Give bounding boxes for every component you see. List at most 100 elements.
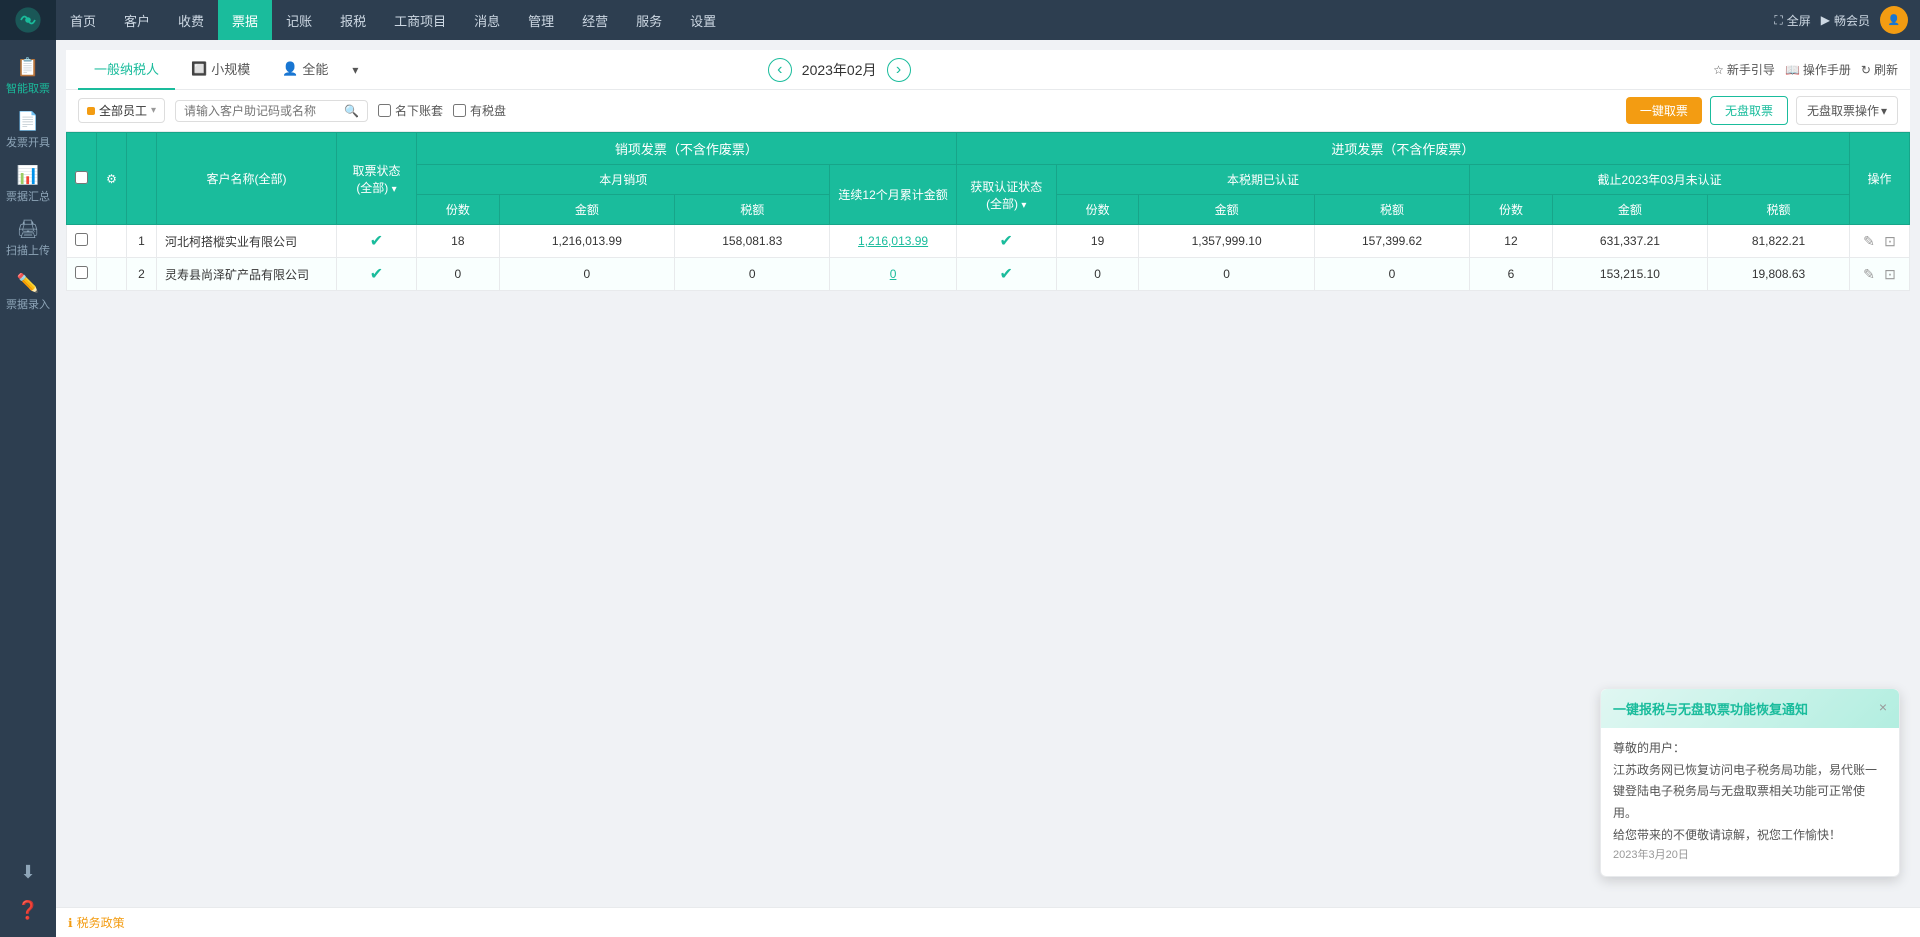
row-check[interactable] — [67, 258, 97, 291]
employee-dropdown-icon: ▾ — [151, 105, 156, 116]
row-period-tax: 0 — [1314, 258, 1469, 291]
edit-icon[interactable]: ✎ — [1863, 233, 1875, 249]
row-certified-icon: ✔ — [956, 225, 1056, 258]
date-next-btn[interactable]: › — [887, 58, 911, 82]
th-purchase-group: 进项发票（不含作废票） — [956, 133, 1849, 165]
no-disk-fetch-btn[interactable]: 无盘取票 — [1710, 96, 1788, 125]
notification-date: 2023年3月20日 — [1613, 846, 1887, 866]
row-certified-icon: ✔ — [956, 258, 1056, 291]
date-prev-btn[interactable]: ‹ — [768, 58, 792, 82]
tab-general-taxpayer[interactable]: 一般纳税人 — [78, 50, 175, 90]
nav-operation[interactable]: 经营 — [568, 0, 622, 40]
th-sales-group: 销项发票（不含作废票） — [417, 133, 957, 165]
fullscreen-btn[interactable]: ⛶ 全屏 — [1774, 12, 1810, 29]
main-table-wrap: ⚙ 客户名称(全部) 取票状态(全部) ▾ 销项发票（不含作废票） 进项发票（不… — [66, 132, 1910, 291]
refresh-btn[interactable]: ↻ 刷新 — [1861, 61, 1898, 78]
table-row: 1 河北柯搭樅实业有限公司 ✔ 18 1,216,013.99 158,081.… — [67, 225, 1910, 258]
one-click-fetch-btn[interactable]: 一键取票 — [1626, 97, 1702, 124]
edit-icon[interactable]: ✎ — [1863, 266, 1875, 282]
nav-business[interactable]: 工商项目 — [380, 0, 460, 40]
th-period-amount: 金额 — [1139, 195, 1314, 225]
th-fetch-filter-icon[interactable]: ▾ — [392, 184, 397, 195]
sidebar-item-entry[interactable]: ✏️ 票据录入 — [0, 266, 56, 320]
sub-account-checkbox-label[interactable]: 名下账套 — [378, 102, 443, 119]
tab-bar: 一般纳税人 🔲 小规模 👤 全能 ▾ ‹ 2023年02月 › ☆ — [66, 50, 1910, 90]
taxable-label: 有税盘 — [470, 102, 506, 119]
tab-all[interactable]: 👤 全能 — [266, 50, 344, 90]
nav-items: 首页 客户 收费 票据 记账 报税 工商项目 消息 管理 经营 服务 设置 — [56, 0, 1774, 40]
tab-bar-right-actions: ☆ 新手引导 📖 操作手册 ↻ 刷新 — [1713, 61, 1898, 78]
copy-icon[interactable]: ⊡ — [1884, 233, 1896, 249]
nav-tax[interactable]: 报税 — [326, 0, 380, 40]
issue-invoice-icon: 📄 — [17, 112, 39, 130]
nav-settings[interactable]: 设置 — [676, 0, 730, 40]
row-period-count: 0 — [1056, 258, 1139, 291]
sidebar-item-help[interactable]: ❓ — [17, 893, 39, 927]
employee-dot — [87, 107, 95, 115]
sidebar-item-download[interactable]: ⬇ — [17, 855, 39, 889]
row-consecutive-amount[interactable]: 1,216,013.99 — [830, 225, 956, 258]
sidebar-item-smart-fetch[interactable]: 📋 智能取票 — [0, 50, 56, 104]
search-icon[interactable]: 🔍 — [344, 104, 359, 118]
scan-icon: 🖨 — [17, 220, 40, 238]
sidebar-item-scan[interactable]: 🖨 扫描上传 — [0, 212, 56, 266]
th-customer: 客户名称(全部) — [157, 133, 337, 225]
refresh-label: 刷新 — [1874, 61, 1898, 78]
nav-accounting[interactable]: 记账 — [272, 0, 326, 40]
tab-more-btn[interactable]: ▾ — [344, 63, 366, 77]
row-uncert-tax: 81,822.21 — [1708, 225, 1850, 258]
notification-close-btn[interactable]: × — [1879, 699, 1887, 715]
sidebar-item-summary[interactable]: 📊 票据汇总 — [0, 158, 56, 212]
top-nav: 首页 客户 收费 票据 记账 报税 工商项目 消息 管理 经营 服务 设置 ⛶ … — [0, 0, 1920, 40]
row-month-amount: 1,216,013.99 — [499, 225, 674, 258]
settings-icon[interactable]: ⚙ — [106, 172, 117, 186]
vip-label: 畅会员 — [1834, 12, 1870, 29]
th-period-certified: 本税期已认证 — [1056, 165, 1469, 195]
notification-body1: 江苏政务网已恢复访问电子税务局功能，易代账一键登陆电子税务局与无盘取票相关功能可… — [1613, 760, 1887, 825]
tab-small-scale[interactable]: 🔲 小规模 — [175, 50, 266, 90]
manual-btn[interactable]: 📖 操作手册 — [1785, 61, 1851, 78]
copy-icon[interactable]: ⊡ — [1884, 266, 1896, 282]
nav-home[interactable]: 首页 — [56, 0, 110, 40]
nav-service[interactable]: 服务 — [622, 0, 676, 40]
search-input[interactable] — [184, 104, 344, 118]
row-month-tax: 158,081.83 — [675, 225, 830, 258]
tax-policy-label[interactable]: 税务政策 — [77, 914, 125, 931]
vip-btn[interactable]: ▶ 畅会员 — [1821, 12, 1870, 29]
row-checkbox[interactable] — [75, 233, 88, 246]
nav-management[interactable]: 管理 — [514, 0, 568, 40]
th-sales-count: 份数 — [417, 195, 500, 225]
top-nav-right: ⛶ 全屏 ▶ 畅会员 👤 — [1774, 6, 1920, 34]
taxable-checkbox-label[interactable]: 有税盘 — [453, 102, 506, 119]
nav-message[interactable]: 消息 — [460, 0, 514, 40]
download-icon: ⬇ — [20, 863, 35, 881]
tab-all-label: 全能 — [302, 59, 328, 78]
select-all-checkbox[interactable] — [75, 171, 88, 184]
row-check[interactable] — [67, 225, 97, 258]
tax-policy-icon: ℹ — [68, 916, 73, 930]
taxable-checkbox[interactable] — [453, 104, 466, 117]
content-area: 一般纳税人 🔲 小规模 👤 全能 ▾ ‹ 2023年02月 › ☆ — [66, 50, 1910, 291]
sidebar-bottom: ⬇ ❓ — [17, 855, 39, 937]
row-settings — [97, 225, 127, 258]
nav-invoice[interactable]: 票据 — [218, 0, 272, 40]
fetch-status-icon: ✔ — [370, 266, 383, 283]
row-consecutive-amount[interactable]: 0 — [830, 258, 956, 291]
filter-bar-right: 一键取票 无盘取票 无盘取票操作 ▾ — [1626, 96, 1898, 125]
new-guide-btn[interactable]: ☆ 新手引导 — [1713, 61, 1775, 78]
employee-select[interactable]: 全部员工 ▾ — [78, 98, 165, 123]
sub-account-label: 名下账套 — [395, 102, 443, 119]
app-logo[interactable] — [0, 0, 56, 40]
nav-revenue[interactable]: 收费 — [164, 0, 218, 40]
sidebar-item-issue-invoice[interactable]: 📄 发票开具 — [0, 104, 56, 158]
row-checkbox[interactable] — [75, 266, 88, 279]
th-certified-filter-icon[interactable]: ▾ — [1021, 200, 1026, 211]
no-disk-ops-btn[interactable]: 无盘取票操作 ▾ — [1796, 96, 1898, 125]
notification-popup: 一键报税与无盘取票功能恢复通知 × 尊敬的用户： 江苏政务网已恢复访问电子税务局… — [1600, 688, 1900, 877]
nav-customer[interactable]: 客户 — [110, 0, 164, 40]
row-month-tax: 0 — [675, 258, 830, 291]
manual-label: 操作手册 — [1803, 61, 1851, 78]
sub-account-checkbox[interactable] — [378, 104, 391, 117]
avatar[interactable]: 👤 — [1880, 6, 1908, 34]
small-scale-icon: 🔲 — [191, 61, 207, 77]
